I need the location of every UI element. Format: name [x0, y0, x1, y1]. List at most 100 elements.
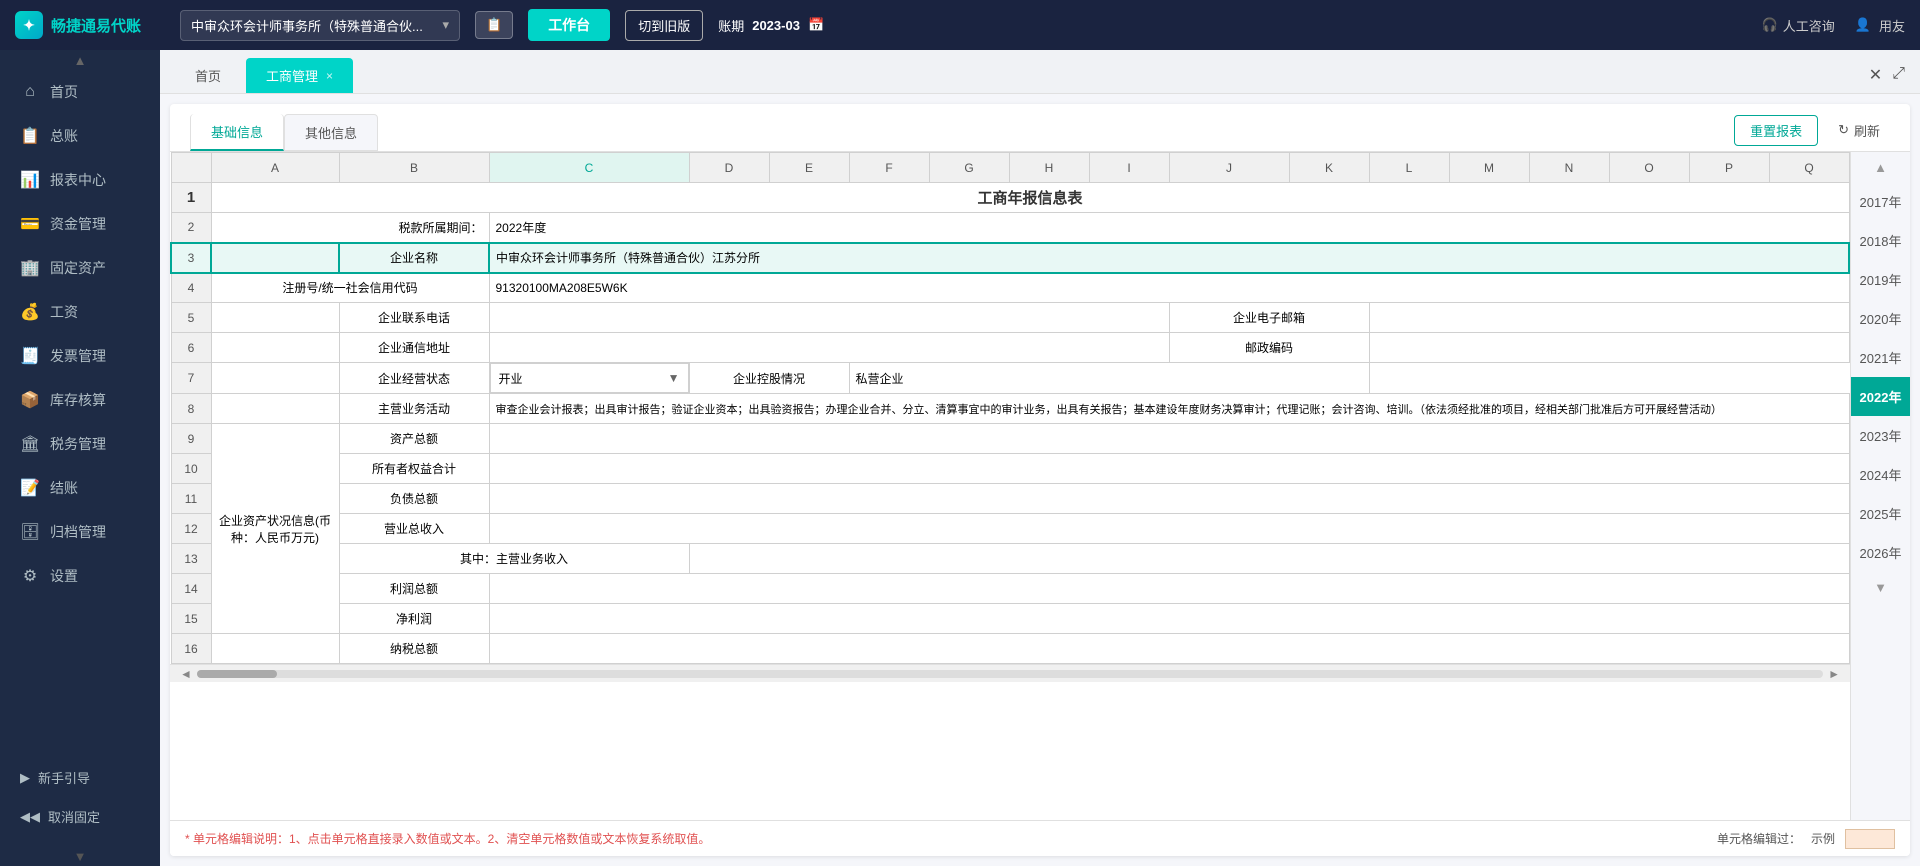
- cell-7-holding[interactable]: 私营企业: [849, 363, 1369, 394]
- period-value-cell[interactable]: 2022年度: [489, 213, 1849, 243]
- cell-15-value[interactable]: [489, 604, 1849, 634]
- cell-11-value[interactable]: [489, 484, 1849, 514]
- ledger-icon: 📋: [20, 126, 40, 146]
- pin-button[interactable]: ◀◀ 取消固定: [0, 797, 160, 836]
- copy-button[interactable]: 📋: [475, 11, 513, 39]
- old-version-button[interactable]: 切到旧版: [625, 10, 703, 41]
- cell-6-postcode[interactable]: [1369, 333, 1849, 363]
- tab-close-icon[interactable]: ×: [326, 69, 333, 83]
- year-panel-scroll-down[interactable]: ▼: [1851, 572, 1910, 602]
- new-user-icon: ▶: [20, 770, 30, 786]
- expand-icon[interactable]: ⤢: [1892, 65, 1905, 85]
- tab-basic-info[interactable]: 基础信息: [190, 114, 284, 151]
- row-num-15: 15: [171, 604, 211, 634]
- year-item-2017[interactable]: 2017年: [1851, 182, 1910, 221]
- close-icon[interactable]: ✕: [1869, 65, 1882, 85]
- status-text: 开业: [499, 370, 523, 387]
- tab-gongshang[interactable]: 工商管理 ×: [246, 58, 353, 93]
- company-selector[interactable]: 中审众环会计师事务所（特殊普通合伙... ▾: [180, 10, 460, 41]
- sidebar-item-fund[interactable]: 💳 资金管理: [0, 202, 160, 246]
- cell-3b: 企业名称: [339, 243, 489, 273]
- user-area[interactable]: 👤 用友: [1855, 16, 1905, 35]
- sidebar-item-invoice[interactable]: 🧾 发票管理: [0, 334, 160, 378]
- cell-13-value[interactable]: [689, 544, 1849, 574]
- sidebar-item-salary[interactable]: 💰 工资: [0, 290, 160, 334]
- col-header-k: K: [1289, 153, 1369, 183]
- headphone-icon: 🎧: [1762, 17, 1778, 33]
- sidebar-item-archive[interactable]: 🗄 归档管理: [0, 510, 160, 554]
- cell-12-value[interactable]: [489, 514, 1849, 544]
- cell-7-status[interactable]: 开业 ▼: [490, 363, 689, 393]
- new-user-guide[interactable]: ▶ 新手引导: [0, 758, 160, 797]
- table-row: 13 其中：主营业务收入: [171, 544, 1849, 574]
- bottom-right: 单元格编辑过： 示例: [1717, 829, 1895, 849]
- row-num-12: 12: [171, 514, 211, 544]
- cell-5-email[interactable]: [1369, 303, 1849, 333]
- scrollbar-track[interactable]: [197, 670, 1823, 678]
- content-area: 首页 工商管理 × ✕ ⤢ 基础信息 其他信息 重置报表 ↻: [160, 50, 1920, 866]
- year-item-2020[interactable]: 2020年: [1851, 299, 1910, 338]
- year-item-2025[interactable]: 2025年: [1851, 494, 1910, 533]
- cell-3a: [211, 243, 339, 273]
- sidebar-item-label: 报表中心: [50, 170, 106, 190]
- sidebar-scroll-up[interactable]: ▲: [0, 50, 160, 70]
- sidebar-item-settle[interactable]: 📝 结账: [0, 466, 160, 510]
- scrollbar-thumb[interactable]: [197, 670, 277, 678]
- spreadsheet-main[interactable]: A B C D E F G H I J K L: [170, 152, 1850, 820]
- year-item-2024[interactable]: 2024年: [1851, 455, 1910, 494]
- tab-other-info[interactable]: 其他信息: [284, 114, 378, 151]
- spreadsheet-table: A B C D E F G H I J K L: [170, 152, 1850, 664]
- year-item-2022[interactable]: 2022年: [1851, 377, 1910, 416]
- cell-4-value[interactable]: 91320100MA208E5W6K: [489, 273, 1849, 303]
- sidebar-scroll-down[interactable]: ▼: [0, 846, 160, 866]
- cell-8a: [211, 394, 339, 424]
- year-item-2026[interactable]: 2026年: [1851, 533, 1910, 572]
- cell-6-addr[interactable]: [489, 333, 1169, 363]
- pin-label: 取消固定: [48, 807, 100, 826]
- row-num-1: 1: [171, 183, 211, 213]
- calendar-icon[interactable]: 📅: [808, 17, 824, 33]
- dropdown-icon[interactable]: ▼: [668, 371, 680, 385]
- cell-10-value[interactable]: [489, 454, 1849, 484]
- table-row: 14 利润总额: [171, 574, 1849, 604]
- sidebar-item-assets[interactable]: 🏢 固定资产: [0, 246, 160, 290]
- table-row: 8 主营业务活动 审查企业会计报表；出具审计报告；验证企业资本；出具验资报告；办…: [171, 394, 1849, 424]
- table-row: 16 纳税总额: [171, 634, 1849, 664]
- sidebar-item-report[interactable]: 📊 报表中心: [0, 158, 160, 202]
- horizontal-scrollbar[interactable]: ◄ ►: [170, 664, 1850, 682]
- cell-8-business[interactable]: 审查企业会计报表；出具审计报告；验证企业资本；出具验资报告；办理企业合并、分立、…: [489, 394, 1849, 424]
- year-item-2019[interactable]: 2019年: [1851, 260, 1910, 299]
- row-num-9: 9: [171, 424, 211, 454]
- sidebar-item-stock[interactable]: 📦 库存核算: [0, 378, 160, 422]
- year-panel-scroll-up[interactable]: ▲: [1851, 152, 1910, 182]
- cell-16-value[interactable]: [489, 634, 1849, 664]
- cell-5b: 企业联系电话: [339, 303, 489, 333]
- sidebar-item-home[interactable]: ⌂ 首页: [0, 70, 160, 114]
- logo-icon: ✦: [15, 11, 43, 39]
- year-item-2018[interactable]: 2018年: [1851, 221, 1910, 260]
- cell-16a: [211, 634, 339, 664]
- sidebar-item-ledger[interactable]: 📋 总账: [0, 114, 160, 158]
- refresh-button[interactable]: ↻ 刷新: [1828, 116, 1890, 145]
- row-num-10: 10: [171, 454, 211, 484]
- cell-14-value[interactable]: [489, 574, 1849, 604]
- col-header-e: E: [769, 153, 849, 183]
- year-item-2023[interactable]: 2023年: [1851, 416, 1910, 455]
- cell-5-phone[interactable]: [489, 303, 1169, 333]
- table-row: 3 企业名称 中审众环会计师事务所（特殊普通合伙）江苏分所: [171, 243, 1849, 273]
- row-num-16: 16: [171, 634, 211, 664]
- cell-16b: 纳税总额: [339, 634, 489, 664]
- sidebar-item-settings[interactable]: ⚙ 设置: [0, 554, 160, 598]
- scroll-right-arrow[interactable]: ►: [1823, 667, 1845, 681]
- service-button[interactable]: 🎧 人工咨询: [1762, 16, 1835, 35]
- cell-3c[interactable]: 中审众环会计师事务所（特殊普通合伙）江苏分所: [489, 243, 1849, 273]
- tab-home[interactable]: 首页: [175, 58, 241, 93]
- cell-9-value[interactable]: [489, 424, 1849, 454]
- year-item-2021[interactable]: 2021年: [1851, 338, 1910, 377]
- workbench-button[interactable]: 工作台: [528, 9, 610, 41]
- scroll-left-arrow[interactable]: ◄: [175, 667, 197, 681]
- row-num-3: 3: [171, 243, 211, 273]
- reset-report-button[interactable]: 重置报表: [1734, 115, 1818, 146]
- col-header-c: C: [489, 153, 689, 183]
- sidebar-item-tax[interactable]: 🏛 税务管理: [0, 422, 160, 466]
